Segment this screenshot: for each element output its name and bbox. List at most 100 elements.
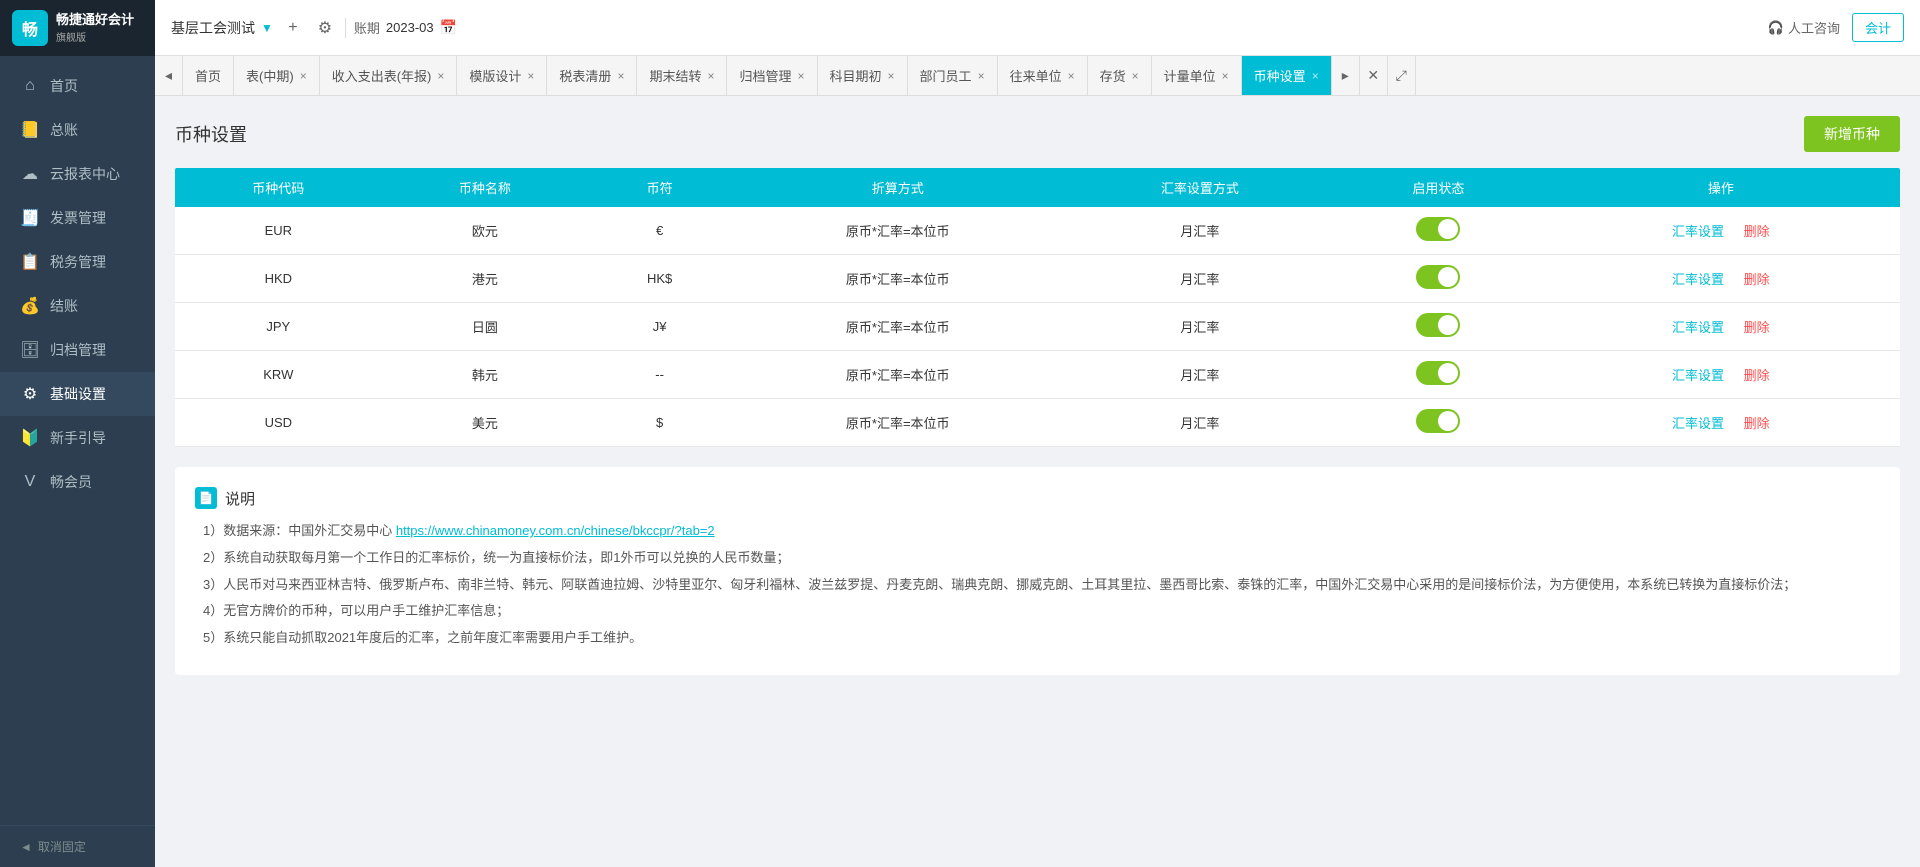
cell-conversion: 原币*汇率=本位币 (731, 399, 1065, 447)
table-row: HKD港元HK$原币*汇率=本位币月汇率 汇率设置 删除 (175, 255, 1900, 303)
notice-item: 1）数据来源：中国外汇交易中心 https://www.chinamoney.c… (203, 521, 1880, 542)
rate-settings-link-USD[interactable]: 汇率设置 (1672, 416, 1724, 431)
enable-toggle-JPY[interactable] (1416, 313, 1460, 337)
sidebar-item-invoice[interactable]: 🧾 发票管理 (0, 196, 155, 240)
company-selector[interactable]: 基层工会测试 ▼ (171, 18, 273, 38)
cell-rate-type: 月汇率 (1065, 351, 1336, 399)
tab-label-inventory: 存货 (1100, 66, 1126, 85)
tab-currency[interactable]: 币种设置× (1242, 56, 1332, 96)
tab-close-bs[interactable]: × (300, 69, 307, 83)
rate-settings-link-EUR[interactable]: 汇率设置 (1672, 224, 1724, 239)
tab-tax-clear[interactable]: 税表清册× (547, 56, 637, 96)
sidebar-item-member[interactable]: V 畅会员 (0, 460, 155, 504)
page-title: 币种设置 (175, 121, 247, 147)
sidebar-label-basic-settings: 基础设置 (50, 384, 106, 404)
tab-dept-staff[interactable]: 部门员工× (908, 56, 998, 96)
notice-item: 4）无官方牌价的币种，可以用户手工维护汇率信息； (203, 601, 1880, 622)
tab-period-end[interactable]: 期末结转× (637, 56, 727, 96)
guide-icon: 🔰 (20, 428, 40, 448)
sidebar-label-archive: 归档管理 (50, 340, 106, 360)
tab-nav-right[interactable]: ▸ (1332, 56, 1360, 96)
rate-settings-link-JPY[interactable]: 汇率设置 (1672, 320, 1724, 335)
calendar-icon[interactable]: 📅 (440, 19, 457, 36)
tab-close-tax-clear[interactable]: × (617, 69, 624, 83)
tab-close-archive-mgr[interactable]: × (798, 69, 805, 83)
table-row: JPY日圆J¥原币*汇率=本位币月汇率 汇率设置 删除 (175, 303, 1900, 351)
cell-conversion: 原币*汇率=本位币 (731, 207, 1065, 255)
tab-close-income[interactable]: × (437, 69, 444, 83)
sidebar-item-home[interactable]: ⌂ 首页 (0, 64, 155, 108)
tab-bs[interactable]: 表(中期)× (234, 56, 320, 96)
tab-close-currency[interactable]: × (1312, 69, 1319, 83)
sidebar-nav: ⌂ 首页 📒 总账 ☁ 云报表中心 🧾 发票管理 📋 税务管理 💰 结账 🗄 归… (0, 56, 155, 825)
sidebar-item-basic-settings[interactable]: ⚙ 基础设置 (0, 372, 155, 416)
tab-partner[interactable]: 往来单位 × (998, 56, 1088, 96)
tab-unit[interactable]: 计量单位 × (1152, 56, 1242, 96)
table-row: EUR欧元€原币*汇率=本位币月汇率 汇率设置 删除 (175, 207, 1900, 255)
divider (345, 18, 346, 38)
tab-close-inventory[interactable]: × (1132, 69, 1139, 83)
tab-income[interactable]: 收入支出表(年报)× (320, 56, 458, 96)
account-button[interactable]: 会计 (1852, 13, 1904, 42)
sidebar-item-tax[interactable]: 📋 税务管理 (0, 240, 155, 284)
enable-toggle-USD[interactable] (1416, 409, 1460, 433)
sidebar-logo: 畅 畅捷通好会计 旗舰版 (0, 0, 155, 56)
new-currency-button[interactable]: 新增币种 (1804, 116, 1900, 152)
notice-title-text: 说明 (225, 488, 255, 509)
cell-symbol: € (588, 207, 731, 255)
tab-expand[interactable]: ⤢ (1388, 56, 1416, 96)
tab-archive-mgr[interactable]: 归档管理× (727, 56, 817, 96)
add-tab-button[interactable]: + (281, 16, 305, 40)
logo-icon: 畅 (12, 10, 48, 46)
tab-label-partner: 往来单位 (1010, 66, 1062, 85)
cell-name: 欧元 (382, 207, 589, 255)
cell-toggle (1335, 303, 1542, 351)
tab-close-subject-init[interactable]: × (888, 69, 895, 83)
notice-item: 2）系统自动获取每月第一个工作日的汇率标价，统一为直接标价法，即1外币可以兑换的… (203, 548, 1880, 569)
cell-conversion: 原币*汇率=本位币 (731, 303, 1065, 351)
sidebar-pin-toggle[interactable]: ◄ 取消固定 (0, 825, 155, 867)
notice-link[interactable]: https://www.chinamoney.com.cn/chinese/bk… (396, 523, 715, 538)
cloud-reports-icon: ☁ (20, 164, 40, 184)
sidebar-item-settlement[interactable]: 💰 结账 (0, 284, 155, 328)
sidebar-item-archive[interactable]: 🗄 归档管理 (0, 328, 155, 372)
notice-item: 5）系统只能自动抓取2021年度后的汇率，之前年度汇率需要用户手工维护。 (203, 628, 1880, 649)
sidebar-footer-label: 取消固定 (38, 838, 86, 855)
tab-close-period-end[interactable]: × (707, 69, 714, 83)
cell-actions: 汇率设置 删除 (1542, 255, 1900, 303)
rate-settings-link-KRW[interactable]: 汇率设置 (1672, 368, 1724, 383)
tab-close-partner[interactable]: × (1068, 69, 1075, 83)
tab-nav-left[interactable]: ◂ (155, 56, 183, 96)
tab-template[interactable]: 模版设计× (457, 56, 547, 96)
sidebar-item-cloud-reports[interactable]: ☁ 云报表中心 (0, 152, 155, 196)
tab-close-unit[interactable]: × (1222, 69, 1229, 83)
tab-close-template[interactable]: × (527, 69, 534, 83)
rate-settings-link-HKD[interactable]: 汇率设置 (1672, 272, 1724, 287)
cell-rate-type: 月汇率 (1065, 255, 1336, 303)
pin-icon: ◄ (20, 840, 32, 854)
delete-link-USD[interactable]: 删除 (1744, 416, 1770, 431)
delete-link-HKD[interactable]: 删除 (1744, 272, 1770, 287)
sidebar-item-ledger[interactable]: 📒 总账 (0, 108, 155, 152)
delete-link-EUR[interactable]: 删除 (1744, 224, 1770, 239)
period-label: 账期 (354, 18, 380, 37)
enable-toggle-KRW[interactable] (1416, 361, 1460, 385)
settings-icon[interactable]: ⚙ (313, 16, 337, 40)
tab-inventory[interactable]: 存货 × (1088, 56, 1152, 96)
tab-home[interactable]: 首页 (183, 56, 234, 96)
delete-link-JPY[interactable]: 删除 (1744, 320, 1770, 335)
tab-close-all[interactable]: ✕ (1360, 56, 1388, 96)
tab-subject-init[interactable]: 科目期初× (818, 56, 908, 96)
tab-close-dept-staff[interactable]: × (978, 69, 985, 83)
tab-label-unit: 计量单位 (1164, 66, 1216, 85)
cell-actions: 汇率设置 删除 (1542, 303, 1900, 351)
period-value: 2023-03 (386, 20, 434, 35)
settlement-icon: 💰 (20, 296, 40, 316)
help-button[interactable]: 🎧 人工咨询 (1768, 18, 1840, 37)
enable-toggle-HKD[interactable] (1416, 265, 1460, 289)
main-area: 基层工会测试 ▼ + ⚙ 账期 2023-03 📅 🎧 人工咨询 会计 ◂首页 (155, 0, 1920, 867)
sidebar-item-guide[interactable]: 🔰 新手引导 (0, 416, 155, 460)
delete-link-KRW[interactable]: 删除 (1744, 368, 1770, 383)
col-header: 启用状态 (1335, 168, 1542, 207)
enable-toggle-EUR[interactable] (1416, 217, 1460, 241)
